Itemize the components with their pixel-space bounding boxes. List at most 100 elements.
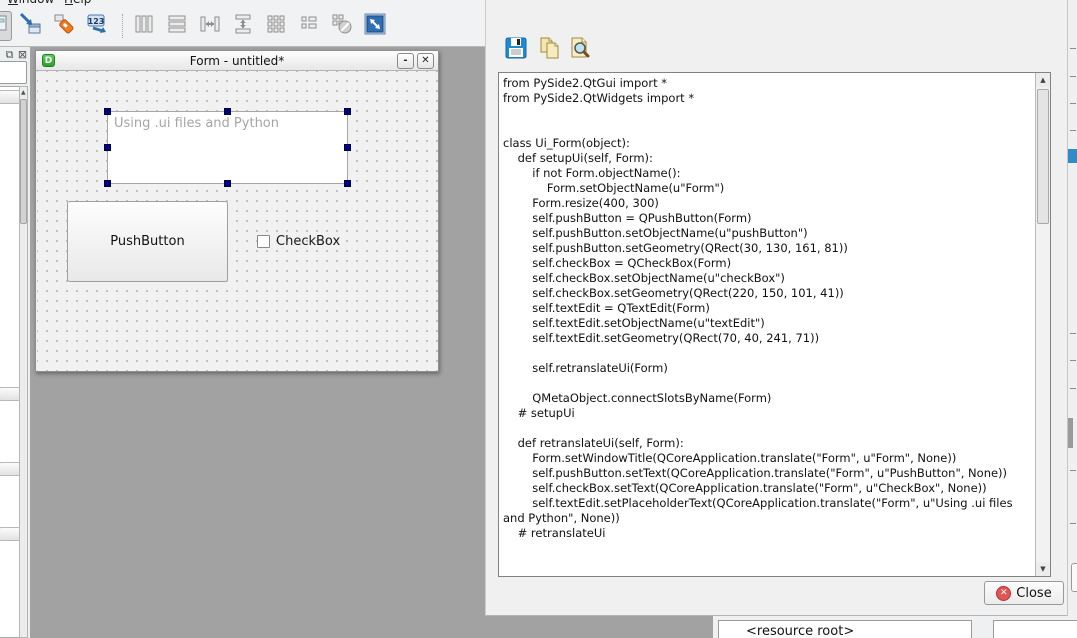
code-line: self.checkBox = QCheckBox(Form) [503, 256, 1013, 271]
selection-handle-top-center[interactable] [224, 108, 231, 115]
selection-handle-top-right[interactable] [344, 108, 351, 115]
tree-branch-mark [1070, 470, 1076, 471]
toolbar-button-break-layout[interactable] [328, 11, 356, 41]
widget-box-panel: ⧉ ⊠ ▲ [0, 47, 30, 638]
layout-grid-icon [264, 12, 288, 40]
form-window-title: Form - untitled* [36, 54, 438, 68]
scroll-down-icon[interactable]: ▼ [1036, 562, 1050, 576]
menu-window-underline [8, 4, 18, 5]
code-view[interactable]: from PySide2.QtGui import *from PySide2.… [498, 72, 1051, 577]
code-line: from PySide2.QtWidgets import * [503, 91, 1013, 106]
toolbar-button-layout-vertical[interactable] [163, 11, 191, 41]
code-line: self.textEdit.setObjectName(u"textEdit") [503, 316, 1013, 331]
save-code-button[interactable] [504, 36, 528, 60]
toolbar-button-layout-form[interactable] [295, 11, 323, 41]
tree-branch-mark [1070, 360, 1076, 361]
resource-tree-panel[interactable]: <resource root> [718, 620, 972, 638]
toolbar-button-edit-signals-slots[interactable] [16, 11, 44, 41]
checkbox-indicator[interactable] [257, 235, 270, 248]
find-icon [568, 49, 592, 64]
code-line: and Python", None)) [503, 511, 1013, 526]
close-dialog-icon: ✕ [996, 586, 1011, 601]
layout-form-icon [297, 12, 321, 40]
form-canvas[interactable]: Using .ui files and Python PushButton Ch… [37, 71, 438, 371]
code-scrollbar-thumb[interactable] [1037, 89, 1049, 224]
tree-branch-mark [1070, 103, 1076, 104]
panel-scrollbar-thumb[interactable] [1068, 418, 1073, 448]
edit-widgets-icon [0, 13, 9, 39]
find-in-code-button[interactable] [568, 36, 592, 60]
selection-handle-middle-left[interactable] [104, 144, 111, 151]
scroll-up-icon[interactable]: ▲ [1036, 73, 1050, 87]
scroll-up-icon[interactable]: ▲ [21, 89, 26, 96]
selection-handle-bottom-center[interactable] [224, 180, 231, 187]
selection-handle-middle-right[interactable] [344, 144, 351, 151]
code-line: def retranslateUi(self, Form): [503, 436, 1013, 451]
adjust-size-icon [363, 12, 387, 40]
widget-box-list[interactable] [0, 86, 20, 638]
edit-signals-slots-icon [18, 12, 42, 40]
layout-vertical-icon [165, 12, 189, 40]
panel-button-sliver[interactable] [1071, 563, 1077, 592]
widget-box-filter-input[interactable] [0, 61, 27, 84]
edit-buddies-icon [52, 12, 76, 40]
code-line: self.checkBox.setObjectName(u"checkBox") [503, 271, 1013, 286]
form-minimize-button[interactable]: - [397, 53, 414, 69]
code-text: from PySide2.QtGui import *from PySide2.… [503, 76, 1013, 541]
code-scrollbar[interactable]: ▲ ▼ [1035, 73, 1050, 576]
code-line: class Ui_Form(object): [503, 136, 1013, 151]
selection-handle-bottom-right[interactable] [344, 180, 351, 187]
toolbar-button-layout-horizontal[interactable] [130, 11, 158, 41]
checkbox-widget[interactable]: CheckBox [257, 221, 358, 262]
menubar: Window Help [0, 0, 485, 7]
widget-box-scrollbar-thumb[interactable] [20, 99, 27, 224]
pushbutton-widget[interactable]: PushButton [67, 201, 228, 282]
close-button[interactable]: ✕ Close [984, 581, 1064, 605]
code-line: self.checkBox.setGeometry(QRect(220, 150… [503, 286, 1013, 301]
break-layout-icon [330, 12, 354, 40]
menu-window[interactable]: Window [7, 0, 54, 6]
toolbar-button-layout-grid[interactable] [262, 11, 290, 41]
code-line: self.pushButton.setText(QCoreApplication… [503, 466, 1013, 481]
menu-help[interactable]: Help [64, 0, 91, 6]
code-line: self.pushButton.setObjectName(u"pushButt… [503, 226, 1013, 241]
code-line [503, 376, 1013, 391]
textedit-widget[interactable]: Using .ui files and Python [107, 111, 348, 184]
toolbar-button-layout-horizontal-splitter[interactable] [196, 11, 224, 41]
widget-box-scrollbar[interactable]: ▲ [19, 86, 28, 638]
code-line [503, 106, 1013, 121]
toolbar-button-edit-buddies[interactable] [50, 11, 78, 41]
layout-horizontal-splitter-icon [198, 12, 222, 40]
selection-handle-bottom-left[interactable] [104, 180, 111, 187]
tree-branch-mark [1070, 76, 1076, 77]
svg-text:123: 123 [88, 17, 105, 26]
code-line: self.textEdit.setPlaceholderText(QCoreAp… [503, 496, 1013, 511]
code-line: self.textEdit.setGeometry(QRect(70, 40, … [503, 331, 1013, 346]
toolbar-button-layout-vertical-splitter[interactable] [229, 11, 257, 41]
form-window-titlebar[interactable]: D Form - untitled* - ✕ [36, 51, 438, 71]
toolbar-button-edit-widgets[interactable] [0, 11, 12, 41]
code-line: def setupUi(self, Form): [503, 151, 1013, 166]
code-line: self.checkBox.setText(QCoreApplication.t… [503, 481, 1013, 496]
tree-branch-mark [1070, 333, 1076, 334]
code-line [503, 121, 1013, 136]
code-line: Form.setObjectName(u"Form") [503, 181, 1013, 196]
resource-preview-panel[interactable] [993, 620, 1077, 638]
layout-horizontal-icon [132, 12, 156, 40]
toolbar-button-edit-tab-order[interactable]: 123 [84, 11, 112, 41]
toolbar-button-adjust-size[interactable] [361, 11, 389, 41]
code-line: self.pushButton.setGeometry(QRect(30, 13… [503, 241, 1013, 256]
copy-code-button[interactable] [538, 36, 562, 60]
code-line: if not Form.objectName(): [503, 166, 1013, 181]
selection-handle-top-left[interactable] [104, 108, 111, 115]
toolbar-separator [122, 14, 123, 38]
form-close-button[interactable]: ✕ [417, 53, 434, 69]
code-line: from PySide2.QtGui import * [503, 76, 1013, 91]
tree-branch-mark [1070, 130, 1076, 131]
right-panel-sliver [1067, 0, 1077, 616]
selected-row-sliver[interactable] [1068, 149, 1077, 163]
resource-root-item[interactable]: <resource root> [746, 624, 854, 638]
close-button-label: Close [1016, 586, 1051, 601]
save-icon [504, 49, 528, 64]
code-line: QMetaObject.connectSlotsByName(Form) [503, 391, 1013, 406]
